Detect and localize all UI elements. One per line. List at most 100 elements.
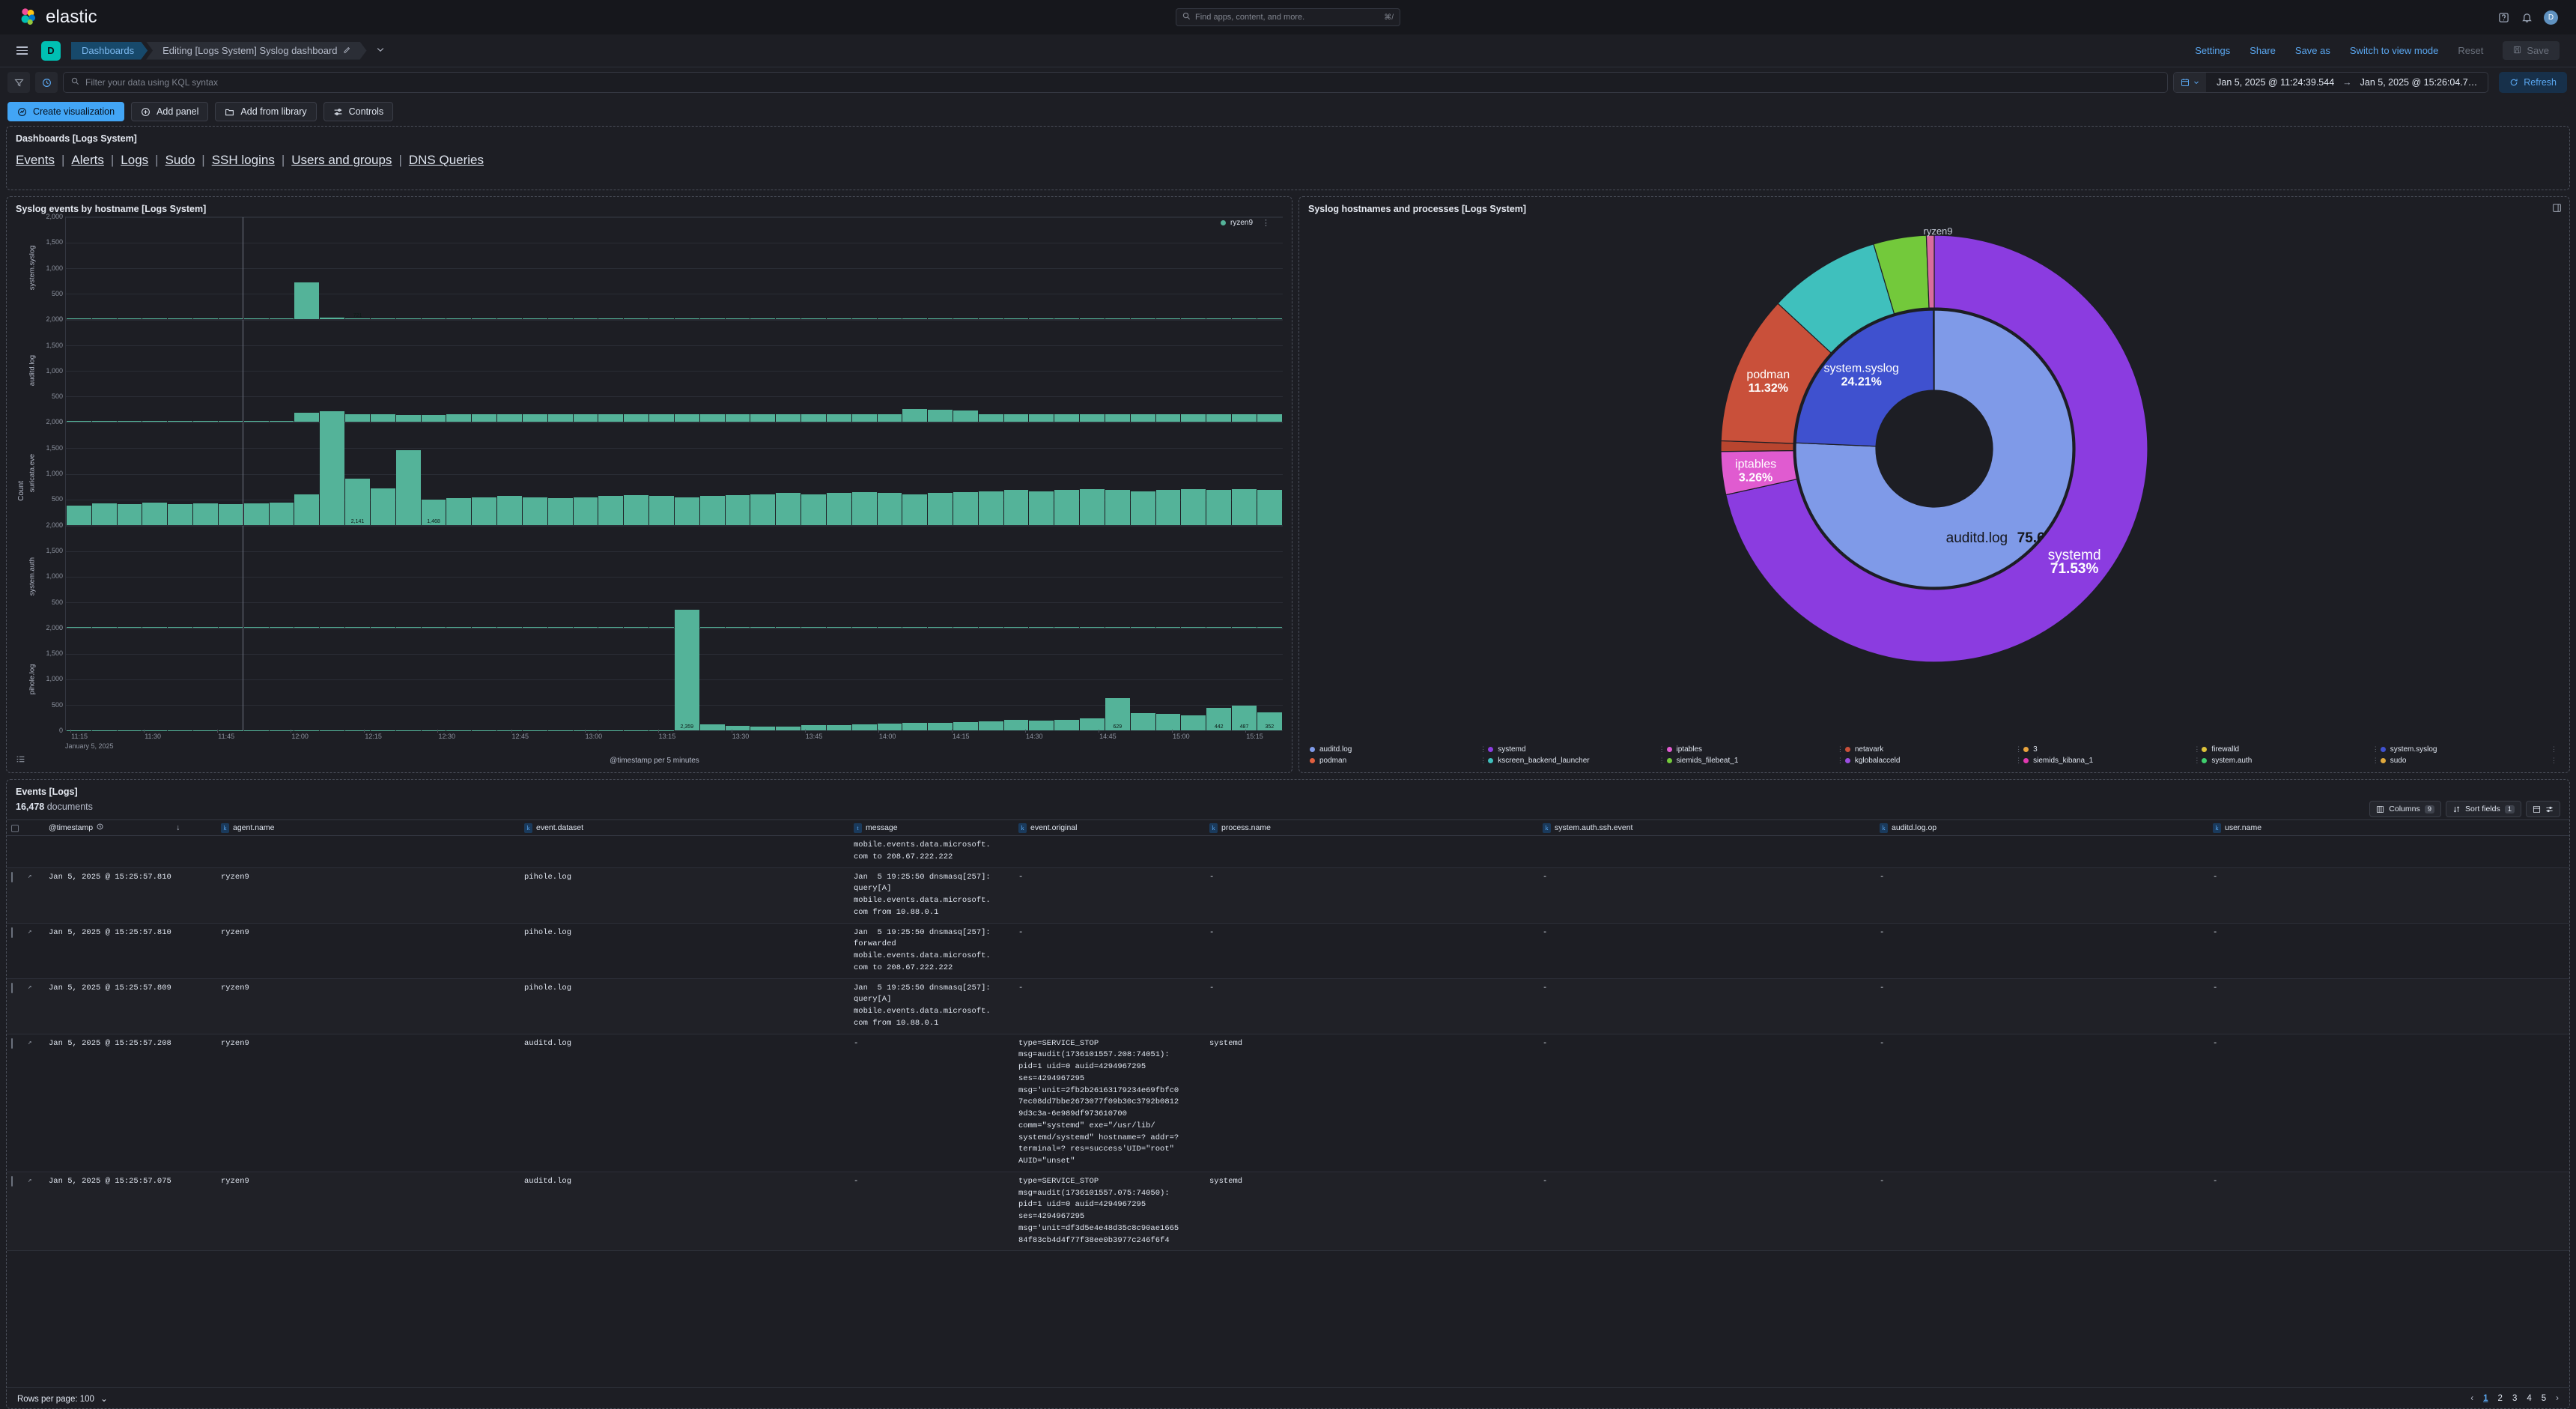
legend-grip-icon[interactable]: ⋮ <box>1659 757 1665 763</box>
bar[interactable] <box>1029 414 1054 422</box>
bar[interactable] <box>1181 414 1206 422</box>
bar[interactable] <box>978 491 1003 525</box>
legend-grip-icon[interactable]: ⋮ <box>2372 757 2379 763</box>
plot-area[interactable]: 721 <box>65 216 1283 321</box>
link-logs[interactable]: Logs <box>121 153 148 168</box>
bar[interactable] <box>91 503 117 525</box>
row-checkbox[interactable] <box>7 1034 23 1172</box>
bar[interactable] <box>345 413 370 422</box>
link-dns-queries[interactable]: DNS Queries <box>409 153 484 168</box>
bar[interactable] <box>1080 718 1105 731</box>
row-checkbox[interactable] <box>7 924 23 978</box>
help-icon[interactable] <box>2497 11 2510 24</box>
bar[interactable] <box>1054 490 1080 525</box>
bar[interactable] <box>1105 490 1130 525</box>
table-row[interactable]: ↗ Jan 5, 2025 @ 15:25:57.809 ryzen9 pihole.… <box>7 978 2569 1034</box>
bar[interactable] <box>370 488 395 525</box>
link-users-and-groups[interactable]: Users and groups <box>291 153 392 168</box>
bar[interactable] <box>750 414 776 422</box>
bar[interactable] <box>725 414 750 422</box>
bar[interactable] <box>1003 720 1029 731</box>
expand-row-button[interactable] <box>23 836 44 867</box>
bar[interactable] <box>522 497 547 525</box>
breadcrumb-dashboards[interactable]: Dashboards <box>71 42 148 60</box>
breadcrumb-current[interactable]: Editing [Logs System] Syslog dashboard <box>146 42 366 60</box>
bar[interactable] <box>699 414 725 422</box>
legend-grip-icon[interactable]: ⋮ <box>2193 757 2200 763</box>
bar[interactable] <box>776 493 801 525</box>
sort-fields-button[interactable]: Sort fields 1 <box>2446 801 2521 817</box>
previous-page-button[interactable]: ‹ <box>2470 1394 2473 1403</box>
bar[interactable] <box>674 414 699 422</box>
bar[interactable] <box>877 724 902 731</box>
bar[interactable] <box>699 496 725 525</box>
legend-item[interactable]: system.syslog ⋮ <box>2380 745 2559 754</box>
bar[interactable] <box>1003 490 1029 525</box>
bar[interactable] <box>446 414 472 422</box>
legend-item[interactable]: auditd.log ⋮ <box>1310 745 1488 754</box>
bar[interactable] <box>953 722 978 731</box>
link-sudo[interactable]: Sudo <box>165 153 195 168</box>
plot-area[interactable] <box>65 319 1283 423</box>
bar[interactable] <box>750 494 776 525</box>
share-button[interactable]: Share <box>2250 45 2276 56</box>
legend-item[interactable]: system.auth ⋮ <box>2202 757 2380 765</box>
bar[interactable] <box>928 722 953 731</box>
add-filter-button[interactable] <box>7 72 30 93</box>
bar[interactable] <box>1080 488 1105 525</box>
bar[interactable] <box>168 503 193 525</box>
search-input[interactable]: Filter your data using KQL syntax <box>63 72 2169 93</box>
time-range-picker[interactable]: Jan 5, 2025 @ 11:24:39.544 → Jan 5, 2025… <box>2173 72 2489 93</box>
bar[interactable] <box>1054 414 1080 422</box>
bar[interactable] <box>953 492 978 525</box>
bar[interactable] <box>218 504 243 525</box>
columns-button[interactable]: Columns 9 <box>2369 801 2442 817</box>
bar[interactable]: 487 <box>1232 705 1257 731</box>
donut-svg[interactable]: auditd.log 75.67%system.syslog24.21%syste… <box>1676 224 2193 696</box>
controls-button[interactable]: Controls <box>323 102 394 121</box>
dashboard-app-icon[interactable]: D <box>41 40 61 61</box>
next-page-button[interactable]: › <box>2556 1394 2559 1403</box>
bar[interactable] <box>598 496 624 525</box>
page-2-button[interactable]: 2 <box>2498 1394 2503 1403</box>
bar[interactable] <box>826 414 851 422</box>
reset-button[interactable]: Reset <box>2458 45 2483 56</box>
expand-row-button[interactable]: ↗ <box>23 924 44 978</box>
page-1-button[interactable]: 1 <box>2483 1394 2488 1403</box>
bar[interactable] <box>1181 488 1206 525</box>
save-button[interactable]: Save <box>2503 41 2560 60</box>
table-row[interactable]: ↗ Jan 5, 2025 @ 15:25:57.810 ryzen9 pihole.… <box>7 924 2569 979</box>
bar[interactable] <box>1257 490 1282 525</box>
legend-grip-icon[interactable]: ⋮ <box>2193 745 2200 752</box>
bar[interactable] <box>1105 414 1130 422</box>
settings-button[interactable]: Settings <box>2195 45 2230 56</box>
bar[interactable] <box>928 493 953 525</box>
add-panel-button[interactable]: Add panel <box>131 102 209 121</box>
bar[interactable] <box>142 503 168 525</box>
create-visualization-button[interactable]: Create visualization <box>7 102 125 121</box>
bar[interactable] <box>1155 714 1181 731</box>
calendar-icon[interactable] <box>2174 73 2207 92</box>
chevron-down-icon[interactable] <box>376 45 385 56</box>
bar[interactable] <box>320 415 345 525</box>
link-ssh-logins[interactable]: SSH logins <box>212 153 275 168</box>
bar[interactable] <box>1029 491 1054 525</box>
avatar[interactable]: D <box>2544 10 2558 25</box>
bar[interactable] <box>243 503 269 525</box>
expand-row-button[interactable]: ↗ <box>23 868 44 923</box>
pencil-icon[interactable] <box>343 45 350 56</box>
switch-to-view-mode-button[interactable]: Switch to view mode <box>2350 45 2439 56</box>
bar[interactable]: 442 <box>1206 707 1232 731</box>
column-header-eventoriginal[interactable]: k event.original <box>1014 822 1205 833</box>
dataview-picker-button[interactable] <box>35 72 58 93</box>
legend-grip-icon[interactable]: ⋮ <box>2015 745 2022 752</box>
bar[interactable] <box>928 410 953 422</box>
bar[interactable] <box>497 413 522 422</box>
bar[interactable] <box>649 414 674 422</box>
bar[interactable] <box>522 414 547 422</box>
bar[interactable] <box>547 414 573 422</box>
select-all-checkbox[interactable] <box>7 824 23 832</box>
plot-area[interactable]: 2,141 1,468 <box>65 415 1283 526</box>
save-as-button[interactable]: Save as <box>2295 45 2330 56</box>
bar[interactable] <box>851 414 877 422</box>
